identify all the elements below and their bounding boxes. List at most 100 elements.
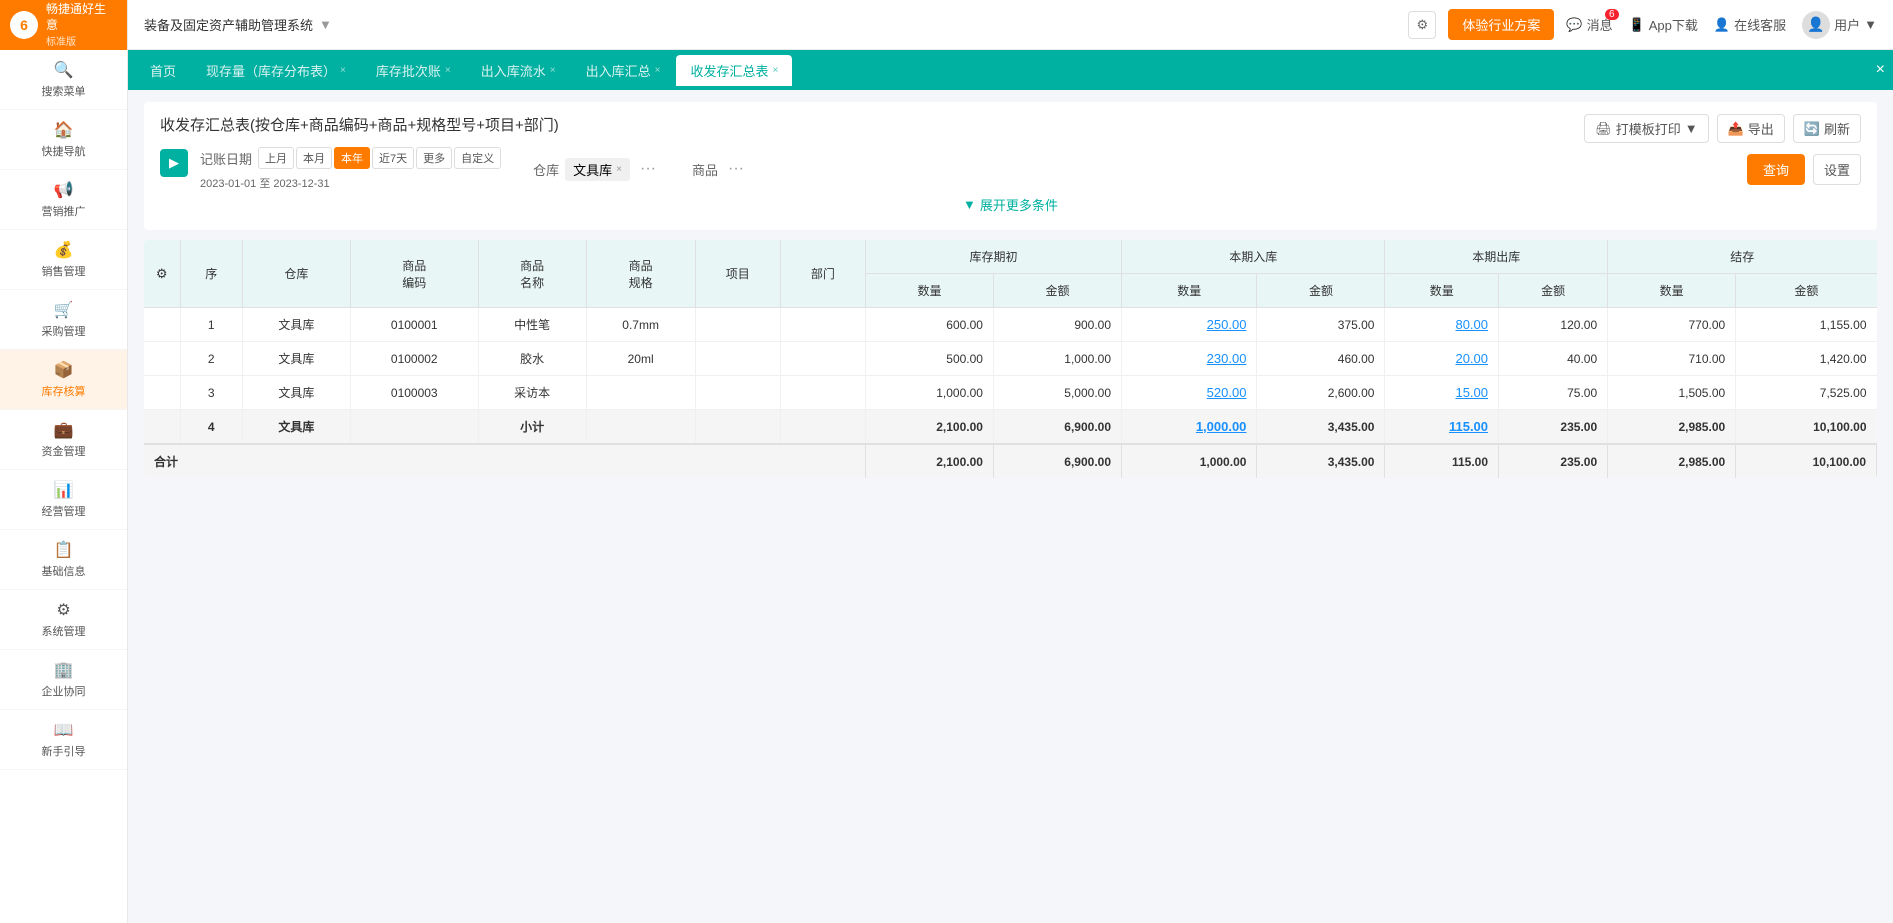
table-cell: 2,985.00	[1608, 410, 1736, 445]
col-settings-header[interactable]: ⚙	[144, 240, 180, 308]
table-cell	[586, 410, 695, 445]
table-cell[interactable]: 230.00	[1122, 342, 1257, 376]
sidebar-item-finance[interactable]: 💼 资金管理	[0, 410, 127, 470]
goods-filter-label: 商品	[692, 160, 718, 179]
sidebar-item-label: 搜索菜单	[42, 83, 86, 99]
message-badge: 6	[1605, 9, 1619, 20]
date-btn-custom[interactable]: 自定义	[454, 147, 501, 169]
col-no-header: 序	[180, 240, 242, 308]
user-menu[interactable]: 👤 用户 ▼	[1802, 11, 1877, 39]
sidebar-item-search[interactable]: 🔍 搜索菜单	[0, 50, 127, 110]
sidebar-nav: 🔍 搜索菜单 🏠 快捷导航 📢 营销推广 💰 销售管理 🛒 采购管理 📦 库存核…	[0, 50, 127, 923]
tab-batch-account-close[interactable]: ×	[445, 65, 451, 76]
warehouse-tag-close[interactable]: ×	[616, 164, 622, 175]
sidebar-item-marketing[interactable]: 📢 营销推广	[0, 170, 127, 230]
table-cell: 600.00	[865, 308, 993, 342]
enterprise-icon: 🏢	[54, 660, 74, 680]
query-button[interactable]: 查询	[1747, 154, 1805, 185]
date-range-display: 2023-01-01 至 2023-12-31	[200, 175, 501, 191]
marketing-icon: 📢	[54, 180, 74, 200]
date-btn-this-month[interactable]: 本月	[296, 147, 332, 169]
sidebar-item-operations[interactable]: 📊 经营管理	[0, 470, 127, 530]
sidebar-item-inventory[interactable]: 📦 库存核算	[0, 350, 127, 410]
table-cell: 500.00	[865, 342, 993, 376]
close-all-tabs-button[interactable]: ×	[1876, 61, 1885, 79]
sidebar-item-system[interactable]: ⚙ 系统管理	[0, 590, 127, 650]
tab-recv-send-summary[interactable]: 收发存汇总表 ×	[676, 55, 792, 86]
table-cell	[780, 308, 865, 342]
sidebar-item-label: 采购管理	[42, 323, 86, 339]
col-project-header: 项目	[695, 240, 780, 308]
col-closing-amt-header: 金额	[1736, 274, 1877, 308]
table-cell[interactable]: 520.00	[1122, 376, 1257, 410]
inventory-icon: 📦	[54, 360, 74, 380]
table-cell	[695, 376, 780, 410]
col-out-amt-header: 金额	[1499, 274, 1608, 308]
tab-inventory-dist-close[interactable]: ×	[340, 65, 346, 76]
expand-more-button[interactable]: ▼ 展开更多条件	[963, 195, 1058, 214]
app-download-button[interactable]: 📱 App下载	[1629, 15, 1698, 34]
table-cell	[780, 376, 865, 410]
footer-out-qty: 115.00	[1385, 444, 1499, 478]
sidebar-item-label: 快捷导航	[42, 143, 86, 159]
sidebar-item-newbie[interactable]: 📖 新手引导	[0, 710, 127, 770]
tab-home-label: 首页	[150, 61, 176, 80]
table-cell: 2,600.00	[1257, 376, 1385, 410]
sidebar-item-label: 资金管理	[42, 443, 86, 459]
expand-more-label: 展开更多条件	[980, 195, 1058, 214]
filter-expand-button[interactable]: ▶	[160, 149, 188, 177]
table-row: 3文具库0100003采访本1,000.005,000.00520.002,60…	[144, 376, 1877, 410]
sidebar-item-enterprise[interactable]: 🏢 企业协同	[0, 650, 127, 710]
export-button[interactable]: 📤 导出	[1717, 114, 1785, 143]
table-cell[interactable]: 1,000.00	[1122, 410, 1257, 445]
table-cell[interactable]: 250.00	[1122, 308, 1257, 342]
refresh-label: 刷新	[1824, 119, 1850, 138]
page-header: 收发存汇总表(按仓库+商品编码+商品+规格型号+项目+部门) 🖨 打模板打印 ▼…	[144, 102, 1877, 230]
refresh-button[interactable]: 🔄 刷新	[1793, 114, 1861, 143]
message-button[interactable]: 💬 消息 6	[1566, 15, 1612, 34]
online-service-button[interactable]: 👤 在线客服	[1714, 15, 1786, 34]
table-cell[interactable]: 15.00	[1385, 376, 1499, 410]
sidebar-item-purchase[interactable]: 🛒 采购管理	[0, 290, 127, 350]
sidebar-item-label: 营销推广	[42, 203, 86, 219]
sidebar-item-basic-info[interactable]: 📋 基础信息	[0, 530, 127, 590]
date-btn-this-year[interactable]: 本年	[334, 147, 370, 169]
table-cell: 6,900.00	[993, 410, 1121, 445]
goods-dots[interactable]: ···	[728, 160, 744, 178]
tab-recv-send-summary-close[interactable]: ×	[772, 65, 778, 76]
table-row: 1文具库0100001中性笔0.7mm600.00900.00250.00375…	[144, 308, 1877, 342]
message-icon: 💬	[1566, 17, 1582, 33]
tab-inout-summary[interactable]: 出入库汇总 ×	[572, 55, 675, 86]
avatar: 👤	[1802, 11, 1830, 39]
sidebar-item-sales[interactable]: 💰 销售管理	[0, 230, 127, 290]
tab-home[interactable]: 首页	[136, 55, 190, 86]
topbar-system: 装备及固定资产辅助管理系统 ▼	[144, 15, 1396, 34]
tab-batch-account-label: 库存批次账	[376, 61, 441, 80]
purchase-icon: 🛒	[54, 300, 74, 320]
table-cell: 1,505.00	[1608, 376, 1736, 410]
operations-icon: 📊	[54, 480, 74, 500]
warehouse-dots[interactable]: ···	[640, 160, 656, 178]
tab-inout-flow-close[interactable]: ×	[550, 65, 556, 76]
sidebar-item-label: 库存核算	[42, 383, 86, 399]
table-cell[interactable]: 115.00	[1385, 410, 1499, 445]
table-cell: 文具库	[242, 342, 350, 376]
date-btn-7days[interactable]: 近7天	[372, 147, 414, 169]
sidebar-item-quick-nav[interactable]: 🏠 快捷导航	[0, 110, 127, 170]
tab-inventory-dist[interactable]: 现存量（库存分布表） ×	[192, 55, 360, 86]
tab-batch-account[interactable]: 库存批次账 ×	[362, 55, 465, 86]
date-btn-more[interactable]: 更多	[416, 147, 452, 169]
table-cell[interactable]: 20.00	[1385, 342, 1499, 376]
tab-inout-summary-close[interactable]: ×	[655, 65, 661, 76]
tab-inout-flow[interactable]: 出入库流水 ×	[467, 55, 570, 86]
print-icon: 🖨	[1595, 121, 1612, 137]
table-cell[interactable]: 80.00	[1385, 308, 1499, 342]
table-cell: 235.00	[1499, 410, 1608, 445]
trial-btn[interactable]: 体验行业方案	[1448, 9, 1554, 40]
column-settings-button[interactable]: 设置	[1813, 154, 1861, 185]
date-btn-last-month[interactable]: 上月	[258, 147, 294, 169]
print-button[interactable]: 🖨 打模板打印 ▼	[1584, 114, 1708, 143]
table-cell	[144, 342, 180, 376]
settings-button[interactable]: ⚙	[1408, 11, 1436, 39]
col-closing-group-header: 结存	[1608, 240, 1877, 274]
